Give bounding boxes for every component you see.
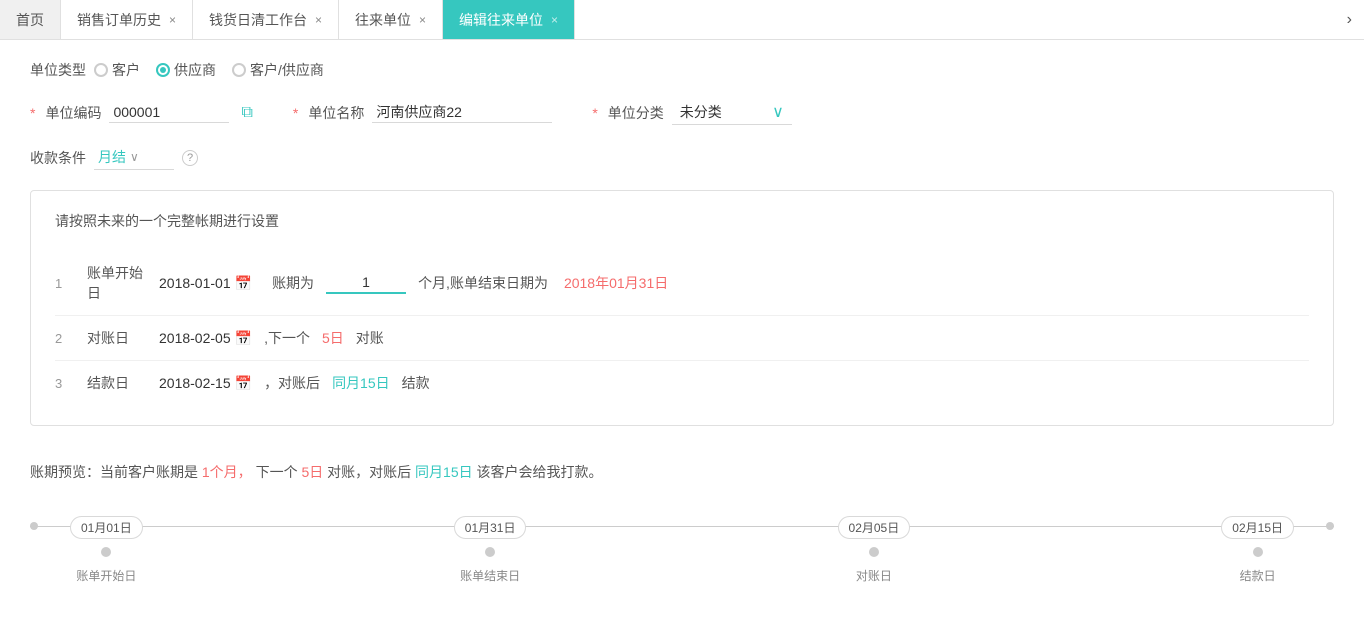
unit-type-row: 单位类型 客户 供应商 客户/供应商 [30,60,1334,80]
unit-type-group: 单位类型 客户 供应商 客户/供应商 [30,60,324,80]
code-name-category-row: * 单位编码 ⧉ * 单位名称 * 单位分类 未分类 ∨ [30,100,1334,125]
payment-date-value: 2018-02-15 [159,375,231,391]
tab-home[interactable]: 首页 [0,0,61,39]
tab-cashflow[interactable]: 钱货日清工作台 × [193,0,339,39]
preview-suffix: 该客户会给我打款。 [477,464,603,480]
main-content: 单位类型 客户 供应商 客户/供应商 * 单位编码 [0,40,1364,634]
preview-prefix: 账期预览：当前客户账期是 [30,464,198,480]
payment-desc-highlight: 同月15日 [332,373,390,393]
preview-text: 账期预览：当前客户账期是 1个月， 下一个 5日 对账，对账后 同月15日 该客… [30,462,1334,482]
reconcile-desc-highlight: 5日 [322,328,344,348]
start-date-value: 2018-01-01 [159,275,231,291]
radio-supplier[interactable]: 供应商 [156,60,216,80]
payment-terms-row: 收款条件 月结 ∨ ? [30,145,1334,170]
reconcile-desc-suffix: 对账 [356,328,384,348]
timeline-node-3: 02月05日 对账日 [838,516,911,584]
payment-terms-group: 收款条件 月结 ∨ ? [30,145,198,170]
unit-name-group: * 单位名称 [293,102,552,123]
unit-code-group: * 单位编码 ⧉ [30,102,253,123]
row-label-1: 账单开始日 [87,263,147,303]
start-date-field: 2018-01-01 📅 [159,275,252,292]
preview-section: 账期预览：当前客户账期是 1个月， 下一个 5日 对账，对账后 同月15日 该客… [30,446,1334,614]
timeline-label-1: 01月01日 [70,516,143,539]
radio-customer[interactable]: 客户 [94,60,140,80]
reconcile-date-calendar-icon[interactable]: 📅 [235,330,252,347]
period-label: 账期为 [272,273,314,293]
timeline-dot-2 [485,547,495,557]
unit-code-input[interactable] [109,102,229,123]
timeline-nodes: 01月01日 账单开始日 01月31日 账单结束日 02月05日 [30,516,1334,584]
period-row-1: 1 账单开始日 2018-01-01 📅 账期为 个月,账单结束日期为 2018… [55,251,1309,316]
tab-more-button[interactable]: › [1335,0,1364,39]
period-row-2: 2 对账日 2018-02-05 📅 ,下一个 5日 对账 [55,316,1309,361]
radio-group: 客户 供应商 客户/供应商 [94,60,324,80]
period-row-3: 3 结款日 2018-02-15 📅 ，对账后 同月15日 结款 [55,361,1309,405]
payment-terms-arrow-icon: ∨ [130,150,139,164]
reconcile-date-field: 2018-02-05 📅 [159,330,252,347]
payment-terms-dropdown[interactable]: 月结 ∨ [94,145,174,170]
radio-both[interactable]: 客户/供应商 [232,60,324,80]
preview-highlight2: 5日 [301,464,323,480]
timeline-label-4: 02月15日 [1221,516,1294,539]
timeline-label-2: 01月31日 [454,516,527,539]
tab-sales-order[interactable]: 销售订单历史 × [61,0,193,39]
unit-type-label: 单位类型 [30,60,86,80]
unit-category-value: 未分类 [680,102,764,122]
row-label-2: 对账日 [87,328,147,348]
timeline: 01月01日 账单开始日 01月31日 账单结束日 02月05日 [30,506,1334,614]
period-unit-text: 个月,账单结束日期为 [418,273,548,293]
unit-category-group: * 单位分类 未分类 ∨ [592,100,791,125]
unit-category-label: 单位分类 [608,103,664,123]
tab-close-partners[interactable]: × [419,13,426,27]
row-num-3: 3 [55,376,75,391]
payment-desc-suffix: 结款 [402,373,430,393]
timeline-sublabel-4: 结款日 [1240,567,1276,584]
tab-close-cashflow[interactable]: × [315,13,322,27]
payment-date-field: 2018-02-15 📅 [159,375,252,392]
unit-name-input[interactable] [372,102,552,123]
unit-name-label: 单位名称 [308,103,364,123]
timeline-sublabel-1: 账单开始日 [76,567,136,584]
payment-desc-prefix: ，对账后 [264,373,320,393]
section-title: 请按照未来的一个完整帐期进行设置 [55,211,1309,231]
unit-category-select[interactable]: 未分类 ∨ [672,100,792,125]
reconcile-desc-prefix: ,下一个 [264,328,310,348]
timeline-dot-3 [869,547,879,557]
preview-highlight3: 同月15日 [415,464,473,480]
radio-circle-supplier [156,63,170,77]
row-num-1: 1 [55,276,75,291]
preview-highlight1: 1个月， [202,464,252,480]
timeline-node-4: 02月15日 结款日 [1221,516,1294,584]
timeline-node-2: 01月31日 账单结束日 [454,516,527,584]
radio-circle-both [232,63,246,77]
unit-code-label: 单位编码 [45,103,101,123]
row-num-2: 2 [55,331,75,346]
row-label-3: 结款日 [87,373,147,393]
tab-bar: 首页 销售订单历史 × 钱货日清工作台 × 往来单位 × 编辑往来单位 × › [0,0,1364,40]
payment-terms-label: 收款条件 [30,148,86,168]
tab-close-sales-order[interactable]: × [169,13,176,27]
timeline-label-3: 02月05日 [838,516,911,539]
tab-close-edit-partner[interactable]: × [551,13,558,27]
timeline-dot-4 [1253,547,1263,557]
timeline-node-1: 01月01日 账单开始日 [70,516,143,584]
reconcile-date-value: 2018-02-05 [159,330,231,346]
payment-terms-value: 月结 [98,147,126,167]
period-settings-section: 请按照未来的一个完整帐期进行设置 1 账单开始日 2018-01-01 📅 账期… [30,190,1334,426]
radio-circle-customer [94,63,108,77]
tab-edit-partner[interactable]: 编辑往来单位 × [443,0,575,39]
payment-date-calendar-icon[interactable]: 📅 [235,375,252,392]
period-end-date: 2018年01月31日 [564,273,668,293]
timeline-sublabel-3: 对账日 [856,567,892,584]
copy-icon[interactable]: ⧉ [241,104,252,122]
timeline-dot-1 [101,547,111,557]
category-dropdown-icon: ∨ [772,102,784,122]
period-value-input[interactable] [326,272,406,294]
help-icon[interactable]: ? [182,150,198,166]
start-date-calendar-icon[interactable]: 📅 [235,275,252,292]
timeline-sublabel-2: 账单结束日 [460,567,520,584]
preview-middle: 下一个 [256,464,298,480]
tab-partners[interactable]: 往来单位 × [339,0,443,39]
preview-middle2: 对账，对账后 [327,464,411,480]
